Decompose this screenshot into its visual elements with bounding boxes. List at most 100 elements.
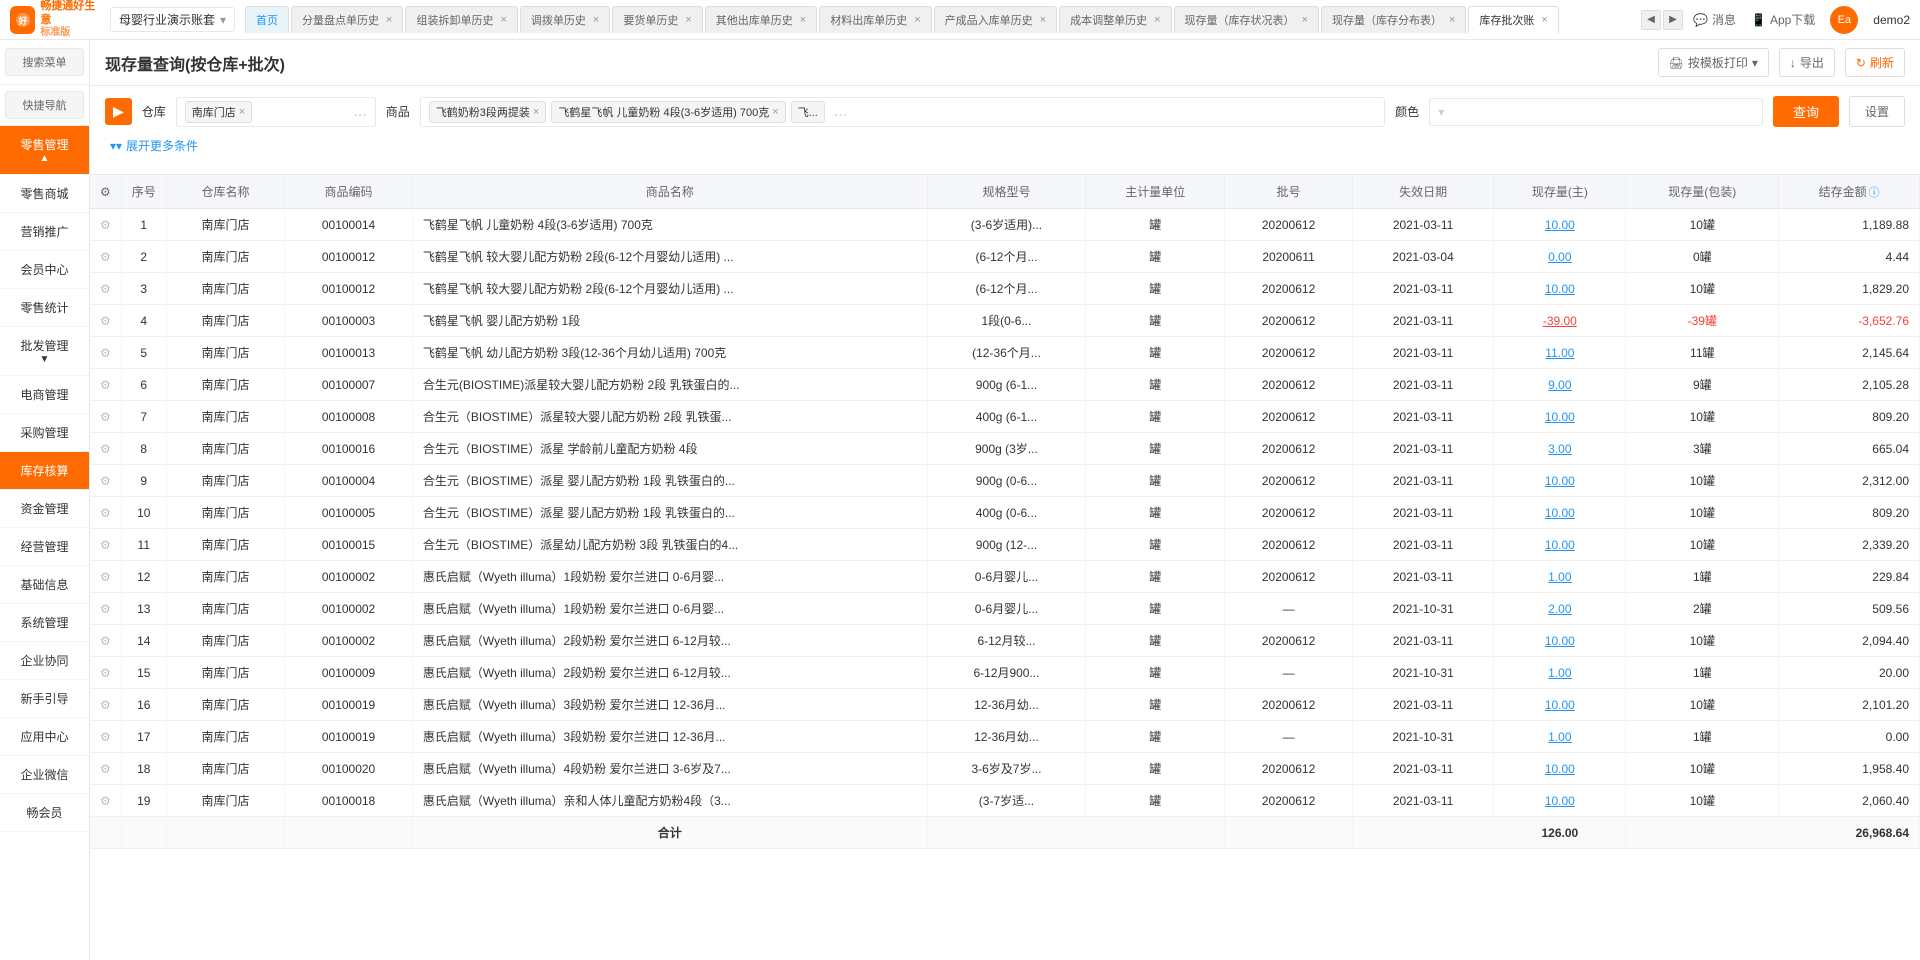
row-code: 00100016: [285, 433, 413, 465]
row-settings[interactable]: ⚙: [90, 497, 121, 529]
tab-pici[interactable]: 库存批次账 ×: [1468, 6, 1558, 34]
sidebar-item-finance[interactable]: 资金管理: [0, 490, 89, 528]
row-settings[interactable]: ⚙: [90, 209, 121, 241]
row-settings[interactable]: ⚙: [90, 305, 121, 337]
row-settings[interactable]: ⚙: [90, 721, 121, 753]
sidebar-item-guide[interactable]: 新手引导: [0, 680, 89, 718]
row-settings[interactable]: ⚙: [90, 785, 121, 817]
sidebar-item-basic[interactable]: 基础信息: [0, 566, 89, 604]
row-spec: 900g (3岁...: [927, 433, 1085, 465]
row-name: 合生元（BIOSTIME）派星 婴儿配方奶粉 1段 乳铁蛋白的...: [412, 497, 927, 529]
sidebar-item-collab[interactable]: 企业协同: [0, 642, 89, 680]
row-qty-main[interactable]: 10.00: [1494, 209, 1626, 241]
sidebar-item-system[interactable]: 系统管理: [0, 604, 89, 642]
sidebar-item-purchase[interactable]: 采购管理: [0, 414, 89, 452]
sidebar-item-member[interactable]: 会员中心: [0, 251, 89, 289]
row-settings[interactable]: ⚙: [90, 241, 121, 273]
expand-filter-btn[interactable]: ▶: [105, 98, 132, 125]
tab-chengben[interactable]: 成本调整单历史 ×: [1059, 6, 1171, 33]
row-qty-main[interactable]: 10.00: [1494, 529, 1626, 561]
export-btn[interactable]: ↓ 导出: [1779, 48, 1835, 77]
sidebar-item-wholesale[interactable]: 批发管理▼: [0, 327, 89, 376]
row-settings[interactable]: ⚙: [90, 273, 121, 305]
tab-qita[interactable]: 其他出库单历史 ×: [705, 6, 817, 33]
row-no: 13: [121, 593, 166, 625]
row-settings[interactable]: ⚙: [90, 561, 121, 593]
row-settings[interactable]: ⚙: [90, 529, 121, 561]
row-qty-main[interactable]: 10.00: [1494, 753, 1626, 785]
account-dropdown[interactable]: 母婴行业演示账套 ▾: [110, 7, 235, 32]
row-qty-main[interactable]: -39.00: [1494, 305, 1626, 337]
row-name: 飞鹤星飞帆 较大婴儿配方奶粉 2段(6-12个月婴幼儿适用) ...: [412, 241, 927, 273]
tab-fenpan[interactable]: 分量盘点单历史 ×: [291, 6, 403, 33]
sidebar-item-retail[interactable]: 零售管理 ▲: [0, 126, 89, 175]
row-qty-main[interactable]: 3.00: [1494, 433, 1626, 465]
sidebar-item-apps[interactable]: 应用中心: [0, 718, 89, 756]
row-expire: 2021-03-11: [1352, 433, 1493, 465]
row-qty-main[interactable]: 1.00: [1494, 721, 1626, 753]
refresh-btn[interactable]: ↻ 刷新: [1845, 48, 1905, 77]
product-filter-input[interactable]: 飞鹤奶粉3段两提装 × 飞鹤星飞帆 儿童奶粉 4段(3-6岁适用) 700克 ×…: [420, 97, 1385, 127]
row-settings[interactable]: ⚙: [90, 337, 121, 369]
product-tag-2-close[interactable]: ×: [772, 106, 778, 118]
sidebar-item-vip[interactable]: 畅会员: [0, 794, 89, 832]
row-settings[interactable]: ⚙: [90, 401, 121, 433]
product-tag-1-close[interactable]: ×: [533, 106, 539, 118]
sidebar-item-inventory[interactable]: 库存核算: [0, 452, 89, 490]
sidebar-item-wechat[interactable]: 企业微信: [0, 756, 89, 794]
color-filter-input[interactable]: ▾: [1429, 98, 1763, 126]
row-qty-main[interactable]: 11.00: [1494, 337, 1626, 369]
row-qty-main[interactable]: 10.00: [1494, 785, 1626, 817]
sidebar-item-ecommerce[interactable]: 电商管理: [0, 376, 89, 414]
tab-zuzhuan[interactable]: 组装拆卸单历史 ×: [405, 6, 517, 33]
row-qty-main[interactable]: 1.00: [1494, 561, 1626, 593]
search-menu-btn[interactable]: 搜索菜单: [5, 48, 84, 76]
row-qty-main[interactable]: 9.00: [1494, 369, 1626, 401]
setting-btn[interactable]: 设置: [1849, 96, 1905, 127]
tab-cailiao[interactable]: 材料出库单历史 ×: [819, 6, 931, 33]
row-qty-main[interactable]: 0.00: [1494, 241, 1626, 273]
row-qty-main[interactable]: 1.00: [1494, 657, 1626, 689]
tab-chancheng[interactable]: 产成品入库单历史 ×: [934, 6, 1057, 33]
row-settings[interactable]: ⚙: [90, 465, 121, 497]
tab-kucun1[interactable]: 现存量（库存状况表） ×: [1174, 6, 1319, 33]
app-download-btn[interactable]: 📱 App下载: [1751, 11, 1815, 28]
tab-yaohuo[interactable]: 要货单历史 ×: [612, 6, 702, 33]
row-qty-main[interactable]: 2.00: [1494, 593, 1626, 625]
row-expire: 2021-03-11: [1352, 209, 1493, 241]
tab-kucun2[interactable]: 现存量（库存分布表） ×: [1321, 6, 1466, 33]
row-qty-main[interactable]: 10.00: [1494, 273, 1626, 305]
row-qty-main[interactable]: 10.00: [1494, 625, 1626, 657]
quick-nav-btn[interactable]: 快捷导航: [5, 91, 84, 119]
tab-home[interactable]: 首页: [245, 6, 289, 33]
query-btn[interactable]: 查询: [1773, 96, 1839, 127]
row-qty-main[interactable]: 10.00: [1494, 497, 1626, 529]
row-settings[interactable]: ⚙: [90, 689, 121, 721]
row-settings[interactable]: ⚙: [90, 625, 121, 657]
row-settings[interactable]: ⚙: [90, 369, 121, 401]
row-settings[interactable]: ⚙: [90, 593, 121, 625]
row-qty-main[interactable]: 10.00: [1494, 689, 1626, 721]
row-settings[interactable]: ⚙: [90, 657, 121, 689]
row-qty-main[interactable]: 10.00: [1494, 401, 1626, 433]
row-qty-main[interactable]: 10.00: [1494, 465, 1626, 497]
template-print-btn[interactable]: 🖨 按模板打印 ▾: [1658, 48, 1769, 77]
warehouse-tag-close[interactable]: ×: [239, 106, 245, 118]
nav-right[interactable]: ▶: [1663, 10, 1683, 30]
nav-left[interactable]: ◀: [1641, 10, 1661, 30]
tab-diaob[interactable]: 调拨单历史 ×: [520, 6, 610, 33]
row-settings[interactable]: ⚙: [90, 753, 121, 785]
sidebar-item-shop[interactable]: 零售商城: [0, 175, 89, 213]
sidebar-item-marketing[interactable]: 营销推广: [0, 213, 89, 251]
sidebar-item-stats[interactable]: 零售统计: [0, 289, 89, 327]
row-unit: 罐: [1086, 625, 1225, 657]
th-settings[interactable]: ⚙: [90, 175, 121, 209]
sidebar-item-operation[interactable]: 经营管理: [0, 528, 89, 566]
warehouse-filter-input[interactable]: 南库门店 × ...: [176, 97, 376, 127]
message-btn[interactable]: 💬 消息: [1693, 11, 1736, 28]
expand-conditions-btn[interactable]: ▾▾ 展开更多条件: [110, 132, 1900, 159]
row-qty-pkg: 2罐: [1626, 593, 1779, 625]
row-expire: 2021-03-04: [1352, 241, 1493, 273]
avatar[interactable]: Ea: [1830, 6, 1858, 34]
row-settings[interactable]: ⚙: [90, 433, 121, 465]
